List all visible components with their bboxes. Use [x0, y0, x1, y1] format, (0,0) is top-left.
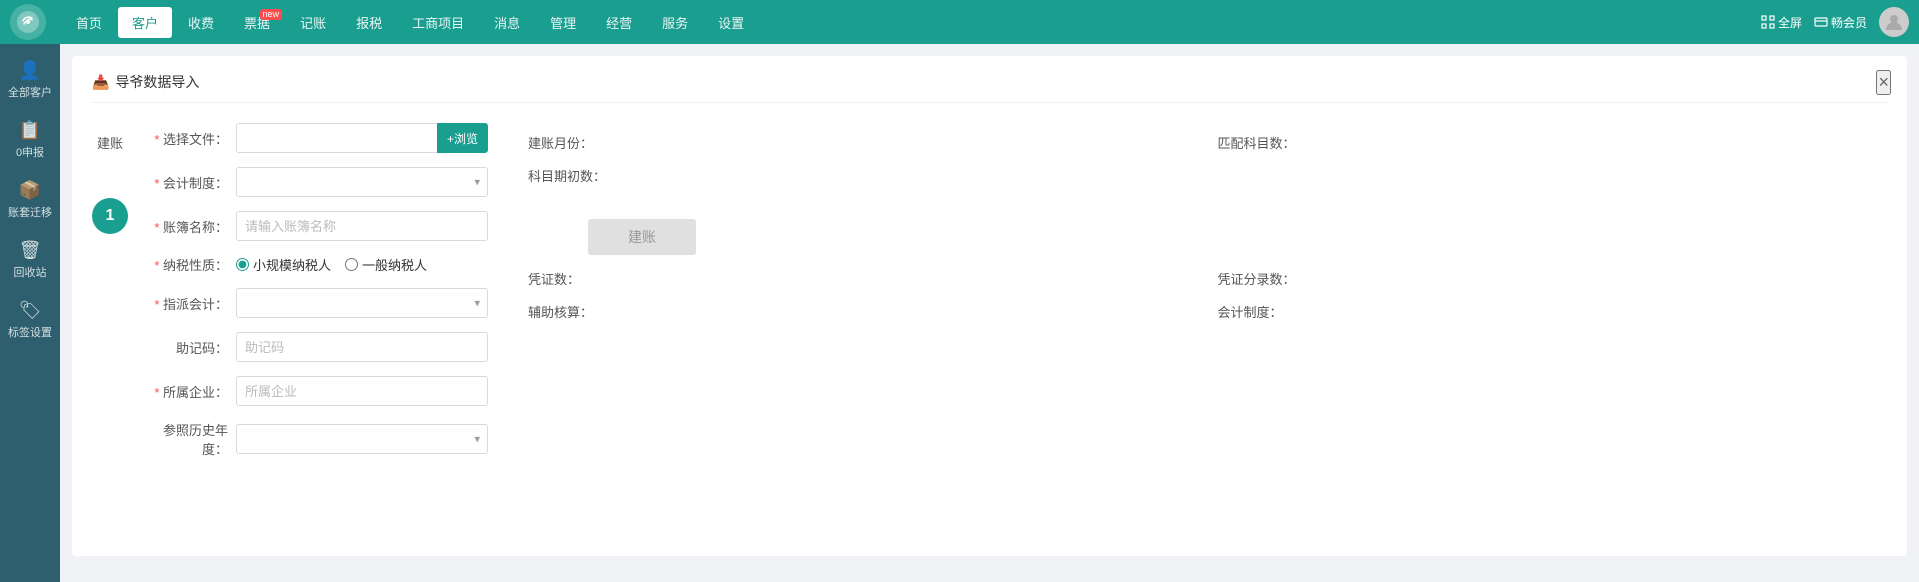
sidebar-item-migrate[interactable]: 📦 账套迁移 — [0, 172, 60, 228]
form-grid: * 选择文件： +浏览 * 会计制度： — [148, 123, 488, 458]
build-btn-container: 建账 — [528, 199, 1887, 255]
nav-right: 全屏 畅会员 — [1761, 7, 1909, 37]
memo-label: 助记码： — [148, 338, 228, 357]
build-account-button[interactable]: 建账 — [588, 219, 696, 255]
nav-manage[interactable]: 管理 — [536, 7, 590, 38]
history-year-select[interactable] — [236, 424, 488, 454]
user-avatar[interactable] — [1879, 7, 1909, 37]
person-icon: 👤 — [19, 60, 41, 81]
nav-service[interactable]: 服务 — [648, 7, 702, 38]
file-label: * 选择文件： — [148, 129, 228, 148]
tax-nature-row: * 纳税性质： 小规模纳税人 一般纳税人 — [148, 255, 488, 274]
nav-settings[interactable]: 设置 — [704, 7, 758, 38]
right-accounting-system-row: 会计制度： — [1218, 302, 1888, 321]
period-balance-row: 科目期初数： — [528, 166, 1198, 185]
sidebar-item-tags[interactable]: 🏷 标签设置 — [0, 292, 60, 348]
company-input[interactable] — [236, 376, 488, 406]
accounting-select[interactable] — [236, 167, 488, 197]
main-nav: 首页 客户 收费 票据 new 记账 报税 工商项目 消息 管理 经营 服务 设… — [62, 7, 758, 38]
company-row: * 所属企业： — [148, 376, 488, 406]
nav-customer[interactable]: 客户 — [118, 7, 172, 38]
accounting-select-wrapper — [236, 167, 488, 197]
nav-tax[interactable]: 报税 — [342, 7, 396, 38]
sidebar: 👤 全部客户 📋 0申报 📦 账套迁移 🗑 回收站 🏷 标签设置 — [0, 44, 60, 582]
file-row: * 选择文件： +浏览 — [148, 123, 488, 153]
file-input[interactable] — [236, 123, 437, 153]
history-year-select-wrapper — [236, 424, 488, 454]
info-grid: 建账月份： 匹配科目数： 科目期初数： 建账 — [528, 133, 1887, 321]
voucher-label: 凭证数： — [528, 269, 580, 288]
accountant-select-wrapper — [236, 288, 488, 318]
browse-button[interactable]: +浏览 — [437, 123, 488, 153]
ledger-name-row: * 账簿名称： — [148, 211, 488, 241]
step-label: 建账 — [97, 133, 123, 152]
accounting-row: * 会计制度： — [148, 167, 488, 197]
tax-small-radio[interactable]: 小规模纳税人 — [236, 255, 331, 274]
tax-radio-group: 小规模纳税人 一般纳税人 — [236, 255, 427, 274]
form-left: 建账 1 * 选择文件： +浏览 — [92, 123, 488, 458]
company-label: * 所属企业： — [148, 382, 228, 401]
aux-calc-label: 辅助核算： — [528, 302, 593, 321]
build-month-row: 建账月份： — [528, 133, 1198, 152]
tax-small-input[interactable] — [236, 258, 249, 271]
file-input-group: +浏览 — [236, 123, 488, 153]
sidebar-item-trash[interactable]: 🗑 回收站 — [0, 232, 60, 288]
period-balance-label: 科目期初数： — [528, 166, 606, 185]
history-year-row: 参照历史年度： — [148, 420, 488, 458]
accountant-label: * 指派会计： — [148, 294, 228, 313]
match-subjects-row: 匹配科目数： — [1218, 133, 1888, 152]
nav-business[interactable]: 工商项目 — [398, 7, 478, 38]
new-badge: new — [260, 9, 283, 20]
sidebar-item-declaration[interactable]: 📋 0申报 — [0, 112, 60, 168]
import-card: 📥 导爷数据导入 × 建账 1 — [72, 56, 1907, 556]
card-title: 导爷数据导入 — [115, 72, 199, 92]
vip-btn[interactable]: 畅会员 — [1814, 14, 1867, 31]
trash-icon: 🗑 — [19, 240, 42, 261]
nav-fee[interactable]: 收费 — [174, 7, 228, 38]
build-month-label: 建账月份： — [528, 133, 593, 152]
ledger-name-input[interactable] — [236, 211, 488, 241]
top-nav: 首页 客户 收费 票据 new 记账 报税 工商项目 消息 管理 经营 服务 设… — [0, 0, 1919, 44]
migrate-icon: 📦 — [19, 180, 41, 201]
voucher-row: 凭证数： — [528, 269, 1198, 288]
memo-input[interactable] — [236, 332, 488, 362]
sidebar-item-all-customers[interactable]: 👤 全部客户 — [0, 52, 60, 108]
tax-nature-label: * 纳税性质： — [148, 255, 228, 274]
tax-general-radio[interactable]: 一般纳税人 — [345, 255, 427, 274]
ledger-name-label: * 账簿名称： — [148, 217, 228, 236]
accountant-row: * 指派会计： — [148, 288, 488, 318]
nav-invoice[interactable]: 票据 new — [230, 7, 284, 38]
accounting-label: * 会计制度： — [148, 173, 228, 192]
card-header: 📥 导爷数据导入 — [92, 72, 1887, 103]
nav-operation[interactable]: 经营 — [592, 7, 646, 38]
fullscreen-btn[interactable]: 全屏 — [1761, 14, 1802, 31]
tag-icon: 🏷 — [19, 300, 42, 321]
import-icon: 📥 — [92, 74, 109, 91]
memo-row: 助记码： — [148, 332, 488, 362]
close-button[interactable]: × — [1876, 70, 1891, 95]
main-content: 📥 导爷数据导入 × 建账 1 — [60, 44, 1919, 582]
nav-bookkeeping[interactable]: 记账 — [286, 7, 340, 38]
accountant-select[interactable] — [236, 288, 488, 318]
step-badge: 1 — [92, 198, 128, 234]
layout: 👤 全部客户 📋 0申报 📦 账套迁移 🗑 回收站 🏷 标签设置 📥 导爷数据导… — [0, 44, 1919, 582]
declaration-icon: 📋 — [19, 120, 41, 141]
voucher-entries-label: 凭证分录数： — [1218, 269, 1296, 288]
nav-message[interactable]: 消息 — [480, 7, 534, 38]
history-year-label: 参照历史年度： — [148, 420, 228, 458]
tax-general-input[interactable] — [345, 258, 358, 271]
right-panel: 建账月份： 匹配科目数： 科目期初数： 建账 — [528, 123, 1887, 458]
match-subjects-label: 匹配科目数： — [1218, 133, 1296, 152]
aux-calc-row: 辅助核算： — [528, 302, 1198, 321]
nav-home[interactable]: 首页 — [62, 7, 116, 38]
voucher-entries-row: 凭证分录数： — [1218, 269, 1888, 288]
form-area: 建账 1 * 选择文件： +浏览 — [92, 123, 1887, 458]
app-logo — [10, 4, 46, 40]
right-accounting-system-label: 会计制度： — [1218, 302, 1283, 321]
